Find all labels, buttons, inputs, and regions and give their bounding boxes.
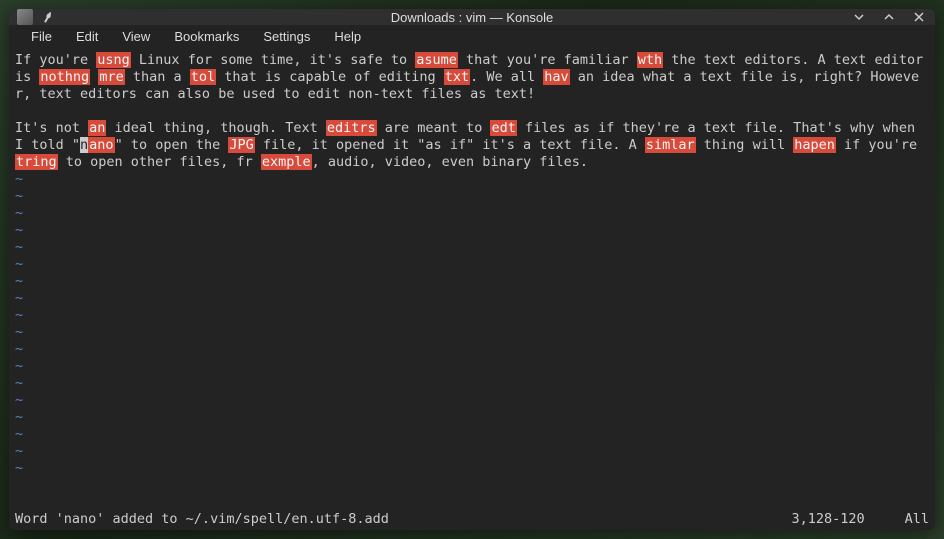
text-run: are meant to bbox=[377, 120, 491, 136]
text-run: , audio, video, even binary files. bbox=[312, 154, 588, 170]
spell-error: exmple bbox=[261, 154, 312, 170]
spell-error: simlar bbox=[645, 137, 696, 153]
menu-view[interactable]: View bbox=[110, 25, 162, 48]
text-run: It's not bbox=[15, 120, 88, 136]
spell-error: editrs bbox=[326, 120, 377, 136]
empty-line-tildes: ~ ~ ~ ~ ~ ~ ~ ~ ~ ~ ~ ~ ~ ~ ~ ~ ~ ~ bbox=[15, 171, 23, 476]
text-run: that you're familiar bbox=[458, 52, 637, 68]
text-run: . We all bbox=[470, 69, 543, 85]
close-button[interactable] bbox=[911, 9, 927, 25]
menu-help[interactable]: Help bbox=[322, 25, 373, 48]
spell-error: hapen bbox=[793, 137, 836, 153]
text-run: to open other files, fr bbox=[58, 154, 261, 170]
spell-error: wth bbox=[637, 52, 663, 68]
text-run: If you're bbox=[15, 52, 96, 68]
spell-error: txt bbox=[444, 69, 470, 85]
terminal-viewport[interactable]: If you're usng Linux for some time, it's… bbox=[9, 48, 935, 530]
menu-edit[interactable]: Edit bbox=[64, 25, 110, 48]
konsole-window: Downloads : vim — Konsole File Edit View… bbox=[9, 9, 935, 530]
window-title: Downloads : vim — Konsole bbox=[391, 10, 554, 25]
scroll-indicator: All bbox=[905, 511, 929, 528]
spell-error: JPG bbox=[228, 137, 254, 153]
editor-content: If you're usng Linux for some time, it's… bbox=[15, 52, 931, 170]
text-run: " to open the bbox=[115, 137, 229, 153]
maximize-button[interactable] bbox=[881, 9, 897, 25]
minimize-button[interactable] bbox=[851, 9, 867, 25]
titlebar[interactable]: Downloads : vim — Konsole bbox=[9, 9, 935, 25]
spell-error: tol bbox=[190, 69, 216, 85]
spell-error: mre bbox=[98, 69, 124, 85]
menu-file[interactable]: File bbox=[19, 25, 64, 48]
menubar: File Edit View Bookmarks Settings Help bbox=[9, 25, 935, 48]
cursor-position: 3,128-120 bbox=[791, 511, 864, 528]
menu-settings[interactable]: Settings bbox=[251, 25, 322, 48]
vim-status-line: Word 'nano' added to ~/.vim/spell/en.utf… bbox=[15, 511, 929, 528]
spell-error: hav bbox=[543, 69, 569, 85]
spell-error: edt bbox=[490, 120, 516, 136]
text-run: if you're bbox=[836, 137, 925, 153]
status-message: Word 'nano' added to ~/.vim/spell/en.utf… bbox=[15, 511, 389, 528]
spell-error: usng bbox=[96, 52, 131, 68]
text-run: ideal thing, though. Text bbox=[106, 120, 325, 136]
spell-error: tring bbox=[15, 154, 58, 170]
pin-icon[interactable] bbox=[41, 10, 55, 24]
text-run: that is capable of editing bbox=[216, 69, 444, 85]
window-controls bbox=[851, 9, 927, 25]
spell-error: ano bbox=[88, 137, 114, 153]
text-run: than a bbox=[125, 69, 190, 85]
text-run: file, it opened it "as if" it's a text f… bbox=[255, 137, 645, 153]
spell-error: nothng bbox=[39, 69, 90, 85]
text-run: Linux for some time, it's safe to bbox=[131, 52, 415, 68]
titlebar-left bbox=[17, 9, 55, 25]
text-run: thing will bbox=[696, 137, 794, 153]
cursor: n bbox=[80, 137, 88, 153]
spell-error: asume bbox=[415, 52, 458, 68]
menu-bookmarks[interactable]: Bookmarks bbox=[162, 25, 251, 48]
app-icon bbox=[17, 9, 33, 25]
spell-error: an bbox=[88, 120, 106, 136]
